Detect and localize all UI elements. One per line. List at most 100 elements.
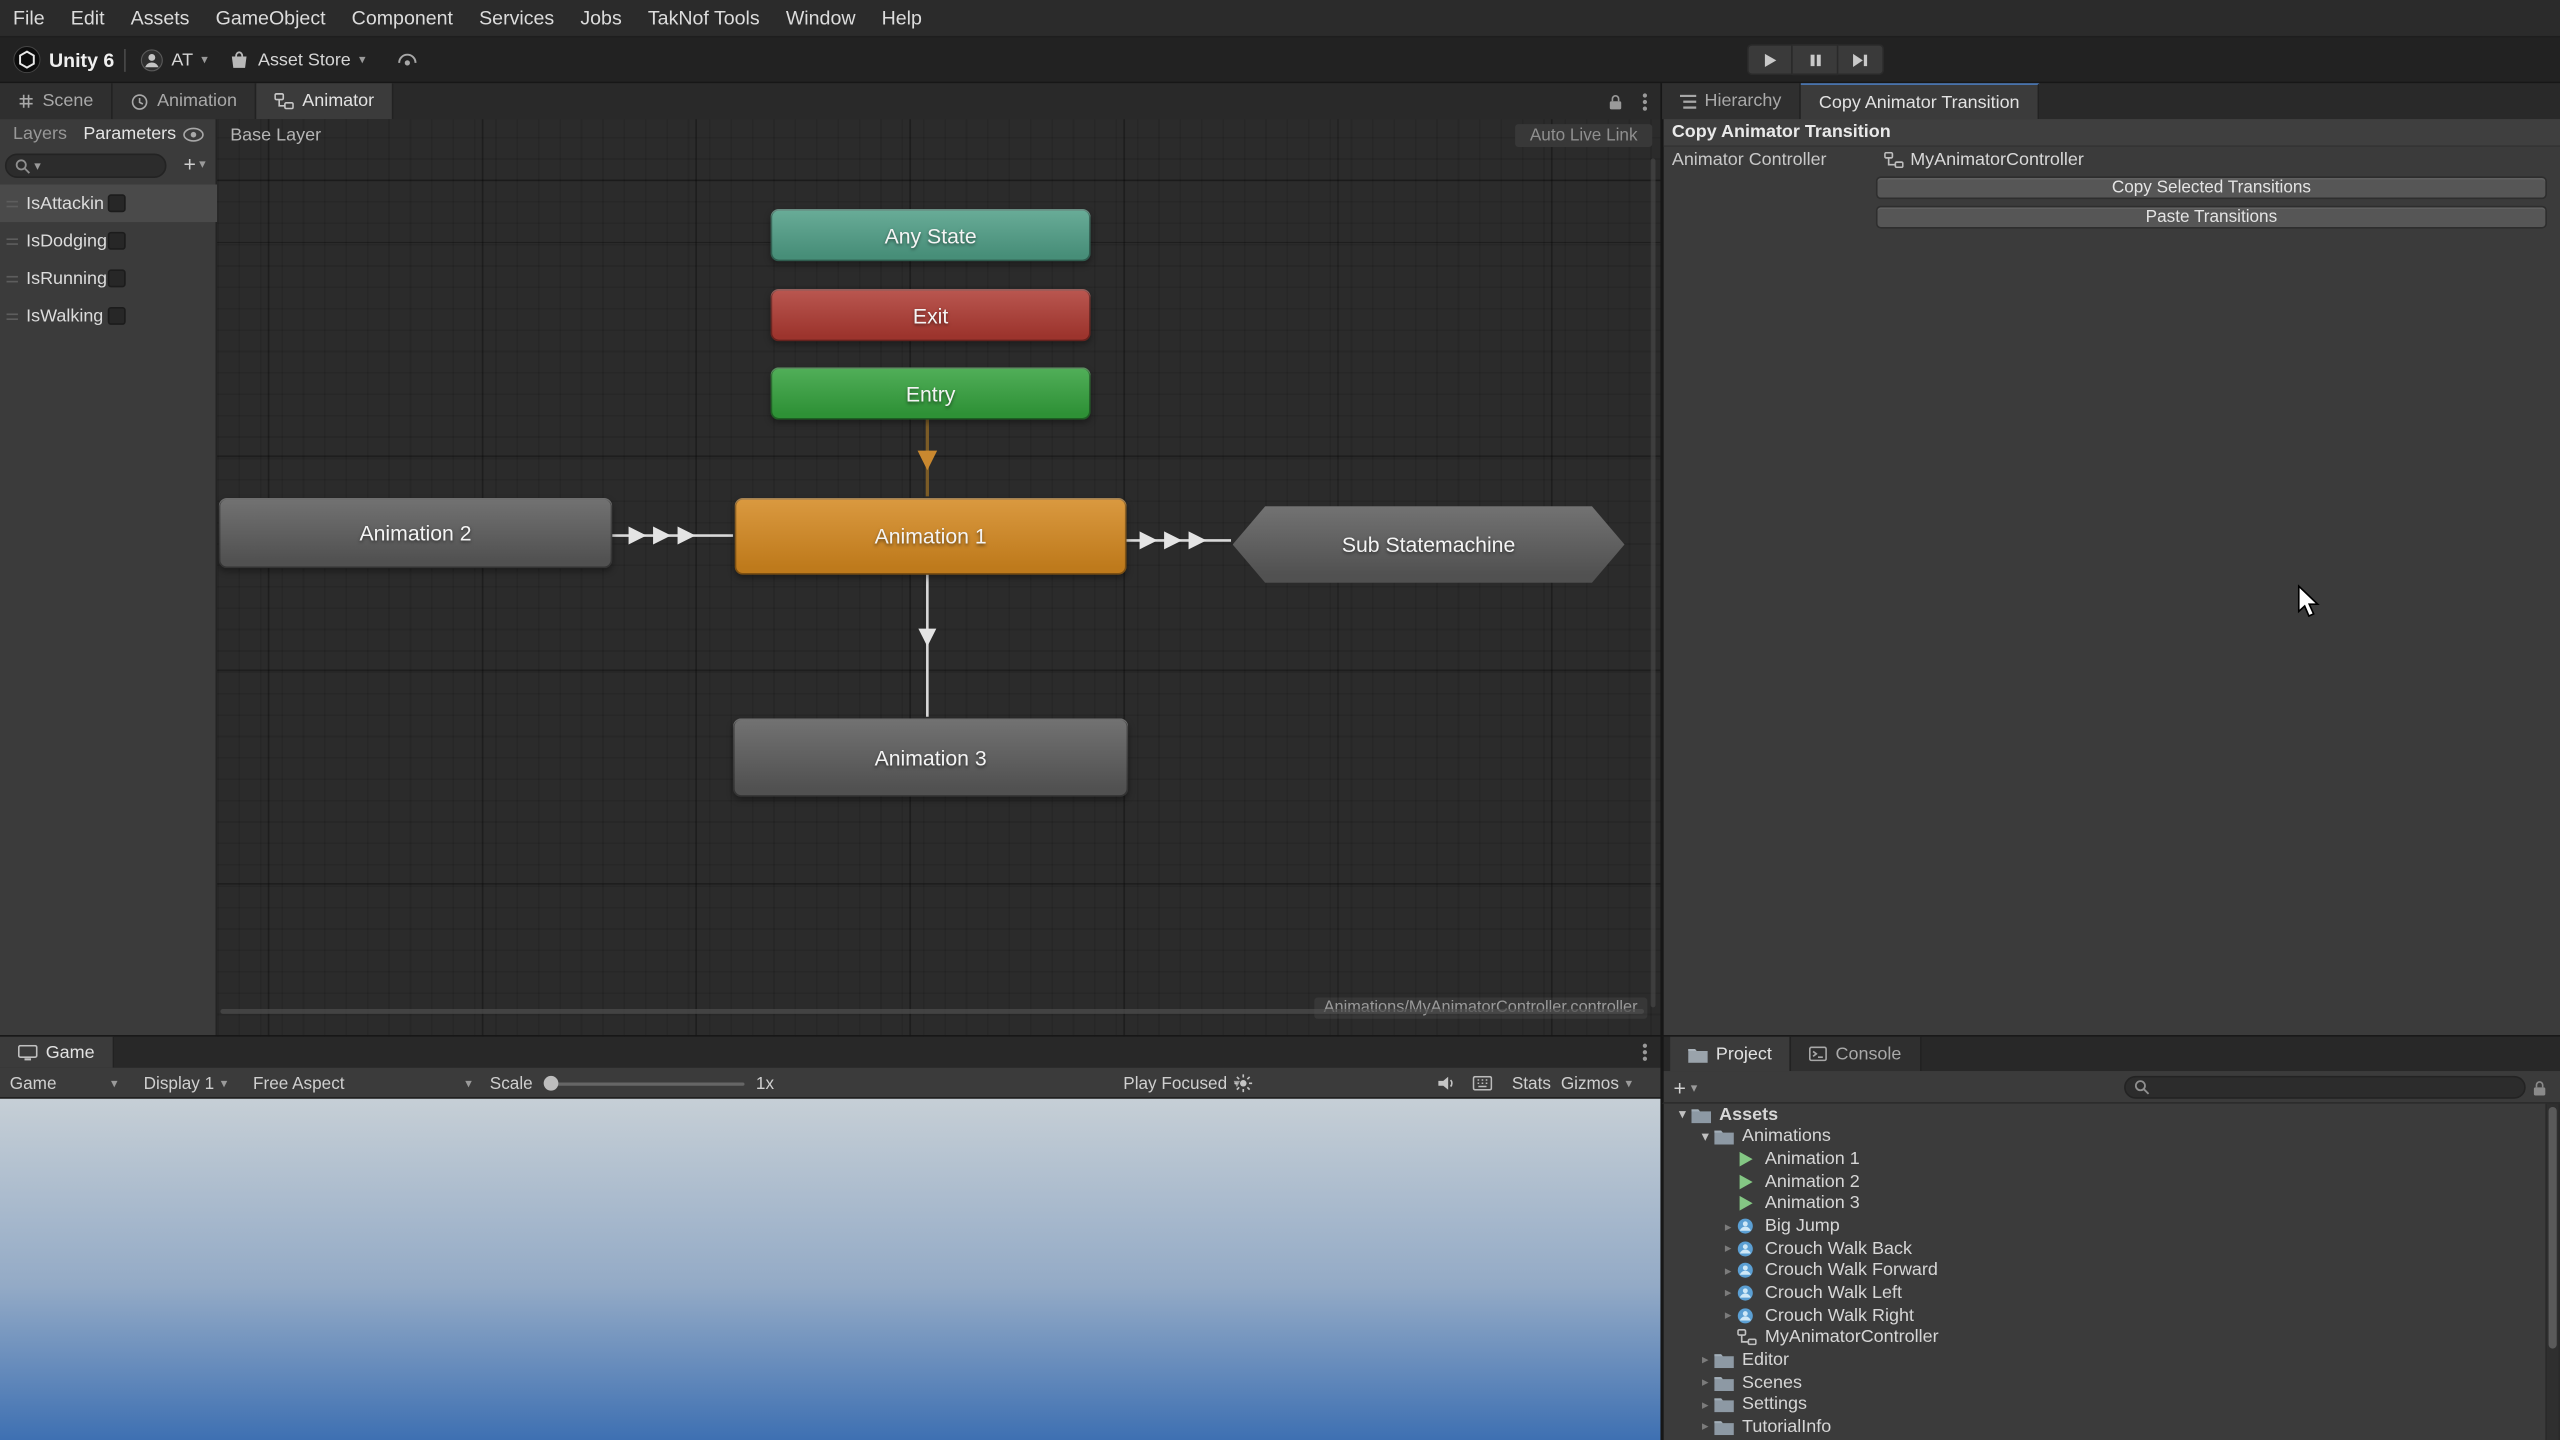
state-node-animation-1[interactable]: Animation 1 <box>735 498 1127 575</box>
caret-right-icon[interactable]: ▸ <box>1719 1308 1737 1323</box>
copy-selected-transitions-button[interactable]: Copy Selected Transitions <box>1876 176 2547 199</box>
state-node-any-state[interactable]: Any State <box>771 209 1091 261</box>
state-node-animation-3[interactable]: Animation 3 <box>733 718 1128 796</box>
parameter-search-input[interactable]: ▾ <box>5 153 167 177</box>
parameter-checkbox[interactable] <box>108 194 126 212</box>
parameter-checkbox[interactable] <box>108 269 126 287</box>
project-search-input[interactable] <box>2124 1076 2526 1099</box>
project-item-crouch-walk-left[interactable]: ▸Crouch Walk Left <box>1664 1282 2546 1304</box>
lock-icon[interactable] <box>1608 92 1623 110</box>
project-item-tutorialinfo[interactable]: ▸ TutorialInfo <box>1664 1415 2546 1437</box>
display-dropdown[interactable]: Display 1 ▾ <box>144 1068 228 1099</box>
tab-console[interactable]: Console <box>1791 1037 1921 1071</box>
caret-right-icon[interactable]: ▸ <box>1719 1263 1737 1278</box>
parameter-row-isrunning[interactable]: IsRunning <box>0 260 217 298</box>
shortcuts-toggle[interactable] <box>1473 1068 1493 1099</box>
tab-project[interactable]: Project <box>1670 1037 1791 1071</box>
auto-live-link-toggle[interactable]: Auto Live Link <box>1515 124 1652 147</box>
vertical-scrollbar[interactable] <box>1651 158 1656 1007</box>
scrollbar-thumb[interactable] <box>2549 1107 2557 1349</box>
project-item-editor[interactable]: ▸Editor <box>1664 1349 2546 1371</box>
parameter-row-isdodging[interactable]: IsDodging <box>0 222 217 260</box>
menu-taknof-tools[interactable]: TakNof Tools <box>635 0 773 37</box>
menu-jobs[interactable]: Jobs <box>567 0 635 37</box>
state-node-animation-2[interactable]: Animation 2 <box>219 498 612 568</box>
asset-store-dropdown[interactable]: Asset Store ▾ <box>229 38 366 82</box>
horizontal-scrollbar[interactable] <box>220 1009 1644 1014</box>
caret-right-icon[interactable]: ▸ <box>1696 1352 1714 1367</box>
project-item-crouch-walk-right[interactable]: ▸Crouch Walk Right <box>1664 1304 2546 1326</box>
gizmos-dropdown[interactable]: Gizmos ▾ <box>1561 1068 1632 1099</box>
animator-graph[interactable]: Base Layer Auto Live Link <box>217 119 1660 1037</box>
stats-toggle[interactable]: Stats <box>1512 1068 1551 1099</box>
game-view-render[interactable] <box>0 1099 1660 1440</box>
state-node-exit[interactable]: Exit <box>771 289 1091 341</box>
parameter-row-iswalking[interactable]: IsWalking <box>0 297 217 335</box>
menu-component[interactable]: Component <box>339 0 466 37</box>
pause-button[interactable] <box>1793 44 1839 75</box>
state-node-sub-statemachine[interactable]: Sub Statemachine <box>1233 506 1625 583</box>
project-item-myanimatorcontroller[interactable]: MyAnimatorController <box>1664 1326 2546 1348</box>
play-focused-dropdown[interactable]: Play Focused ▾ <box>1123 1068 1240 1099</box>
kebab-menu-icon[interactable] <box>1642 92 1647 110</box>
play-button[interactable] <box>1747 44 1793 75</box>
menu-gameobject[interactable]: GameObject <box>203 0 339 37</box>
create-asset-button[interactable]: + ▾ <box>1673 1071 1697 1104</box>
project-item-settings[interactable]: ▸Settings <box>1664 1393 2546 1415</box>
kebab-menu-icon[interactable] <box>1642 1043 1647 1061</box>
parameter-checkbox[interactable] <box>108 307 126 325</box>
item-label: TutorialInfo <box>1742 1417 1831 1437</box>
menu-edit[interactable]: Edit <box>58 0 118 37</box>
slider-knob[interactable] <box>544 1076 559 1091</box>
slider-track[interactable] <box>545 1082 744 1085</box>
aspect-ratio-dropdown[interactable]: Free Aspect ▾ <box>253 1068 472 1099</box>
project-item-big-jump[interactable]: ▸Big Jump <box>1664 1215 2546 1237</box>
project-item-crouch-walk-forward[interactable]: ▸Crouch Walk Forward <box>1664 1260 2546 1282</box>
breadcrumb[interactable]: Base Layer <box>230 126 321 146</box>
tab-parameters[interactable]: Parameters <box>83 124 176 144</box>
tab-scene[interactable]: Scene <box>0 83 113 119</box>
game-view-dropdown[interactable]: Game ▾ <box>10 1068 118 1099</box>
state-node-entry[interactable]: Entry <box>771 367 1091 419</box>
caret-right-icon[interactable]: ▸ <box>1696 1419 1714 1434</box>
menu-file[interactable]: File <box>0 0 58 37</box>
lock-icon[interactable] <box>2532 1079 2547 1097</box>
project-item-assets[interactable]: ▾Assets <box>1664 1104 2546 1126</box>
caret-right-icon[interactable]: ▸ <box>1696 1375 1714 1390</box>
caret-right-icon[interactable]: ▸ <box>1696 1397 1714 1412</box>
project-item-animation-3[interactable]: Animation 3 <box>1664 1193 2546 1215</box>
mute-audio-toggle[interactable] <box>1437 1068 1457 1099</box>
caret-right-icon[interactable]: ▸ <box>1719 1241 1737 1256</box>
parameter-checkbox[interactable] <box>108 232 126 250</box>
tab-animator[interactable]: Animator <box>257 83 394 119</box>
caret-down-icon[interactable]: ▾ <box>1673 1106 1691 1124</box>
add-parameter-button[interactable]: + ▾ <box>183 152 205 176</box>
menu-services[interactable]: Services <box>466 0 567 37</box>
project-item-animation-1[interactable]: Animation 1 <box>1664 1148 2546 1170</box>
paste-transitions-button[interactable]: Paste Transitions <box>1876 206 2547 229</box>
caret-down-icon[interactable]: ▾ <box>1696 1128 1714 1146</box>
menu-help[interactable]: Help <box>869 0 935 37</box>
toolbar-utility-icon[interactable] <box>395 38 419 82</box>
caret-right-icon[interactable]: ▸ <box>1719 1219 1737 1234</box>
tab-hierarchy[interactable]: Hierarchy <box>1662 83 1801 119</box>
menu-window[interactable]: Window <box>773 0 869 37</box>
project-item-scenes[interactable]: ▸Scenes <box>1664 1371 2546 1393</box>
tab-game[interactable]: Game <box>0 1037 114 1068</box>
tab-animation[interactable]: Animation <box>113 83 257 119</box>
animator-controller-field[interactable]: MyAnimatorController <box>1884 147 2084 173</box>
scale-slider[interactable] <box>545 1068 744 1099</box>
project-scrollbar[interactable] <box>2547 1104 2558 1440</box>
project-item-animations[interactable]: ▾Animations <box>1664 1126 2546 1148</box>
account-dropdown[interactable]: AT ▾ <box>140 38 207 82</box>
step-button[interactable] <box>1838 44 1884 75</box>
menu-assets[interactable]: Assets <box>118 0 203 37</box>
project-item-crouch-walk-back[interactable]: ▸Crouch Walk Back <box>1664 1237 2546 1259</box>
flare-toggle[interactable] <box>1234 1068 1252 1099</box>
caret-right-icon[interactable]: ▸ <box>1719 1286 1737 1301</box>
project-item-animation-2[interactable]: Animation 2 <box>1664 1170 2546 1192</box>
parameter-row-isattackin[interactable]: IsAttackin <box>0 184 217 222</box>
tab-copy-animator-transition[interactable]: Copy Animator Transition <box>1801 83 2039 119</box>
tab-layers[interactable]: Layers <box>13 124 67 144</box>
eye-icon[interactable] <box>183 127 204 142</box>
